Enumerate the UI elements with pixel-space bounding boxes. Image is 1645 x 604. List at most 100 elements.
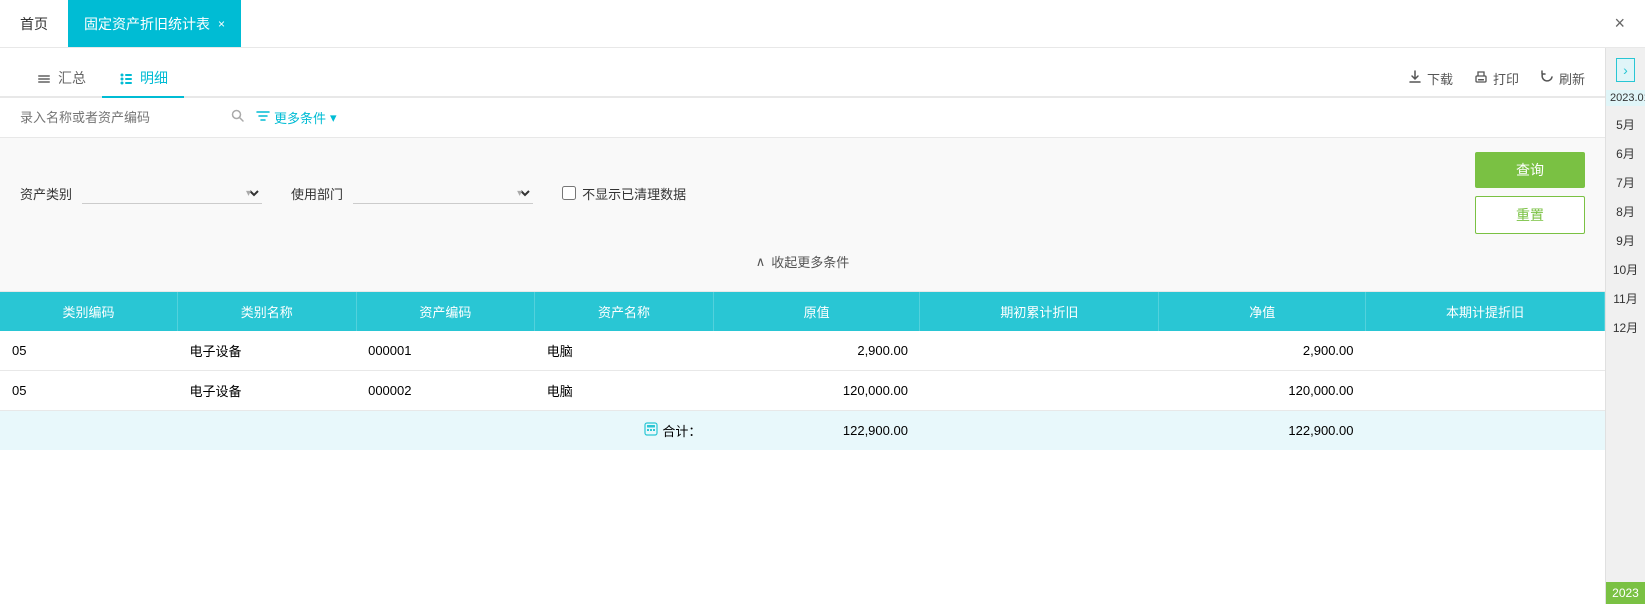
more-conditions-label: 更多条件 [274,108,326,127]
tab-row: 汇总 明细 [0,48,1605,98]
month-7[interactable]: 7月 [1606,168,1645,197]
refresh-icon [1539,69,1555,88]
asset-category-group: 资产类别 ▾ [20,182,251,204]
tab-summary-label: 汇总 [58,68,86,88]
top-nav: 首页 固定资产折旧统计表 × × [0,0,1645,48]
footer-original-value: 122,900.00 [713,411,920,451]
asset-category-select[interactable] [82,182,262,204]
main-content: 汇总 明细 [0,48,1645,604]
cell-category-name-1: 电子设备 [177,331,356,371]
search-icon[interactable] [230,108,246,127]
filter-panel: 资产类别 ▾ 使用部门 ▾ [0,138,1605,292]
data-table: 类别编码 类别名称 资产编码 资产名称 原值 期初累计折旧 净值 本期计提折旧 … [0,292,1605,450]
year-badge[interactable]: 2023 [1606,582,1645,604]
cell-original-value-1: 2,900.00 [713,331,920,371]
col-asset-name: 资产名称 [535,292,714,331]
col-category-name: 类别名称 [177,292,356,331]
table-container: 类别编码 类别名称 资产编码 资产名称 原值 期初累计折旧 净值 本期计提折旧 … [0,292,1605,450]
filter-buttons: 查询 重置 [1475,152,1585,234]
date-nav-btn[interactable]: › [1616,58,1635,82]
col-asset-code: 资产编码 [356,292,535,331]
usage-dept-arrow-icon: ▾ [517,188,522,199]
month-5[interactable]: 5月 [1606,110,1645,139]
active-tab-label: 固定资产折旧统计表 [84,14,210,34]
col-original-value: 原值 [713,292,920,331]
footer-current-dep [1366,411,1605,451]
query-btn[interactable]: 查询 [1475,152,1585,188]
month-10[interactable]: 10月 [1606,255,1645,284]
month-12[interactable]: 12月 [1606,313,1645,342]
month-6[interactable]: 6月 [1606,139,1645,168]
date-display: 2023.01 [1606,90,1645,106]
cell-accumulated-dep-2 [920,371,1159,411]
more-conditions-btn[interactable]: 更多条件 ▾ [256,108,337,127]
nav-home[interactable]: 首页 [0,0,68,47]
cell-category-code-1: 05 [0,331,177,371]
filter-icon [256,109,270,126]
hide-cleaned-label: 不显示已清理数据 [582,184,686,203]
col-category-code: 类别编码 [0,292,177,331]
active-tab[interactable]: 固定资产折旧统计表 × [68,0,241,47]
cell-asset-code-2: 000002 [356,371,535,411]
list-icon [118,70,134,86]
close-tab-icon[interactable]: × [218,17,225,31]
asset-category-arrow-icon: ▾ [246,188,251,199]
hide-cleaned-checkbox[interactable] [562,186,576,200]
cell-net-value-1: 2,900.00 [1159,331,1366,371]
cell-original-value-2: 120,000.00 [713,371,920,411]
footer-label-cell: 合计： [0,411,713,451]
month-11[interactable]: 11月 [1606,284,1645,313]
col-net-value: 净值 [1159,292,1366,331]
window-close-icon[interactable]: × [1594,13,1645,34]
tab-summary[interactable]: 汇总 [20,60,102,98]
print-icon [1473,69,1489,88]
table-footer: 合计： 122,900.00 122,900.00 [0,411,1605,451]
tab-detail[interactable]: 明细 [102,60,184,98]
download-btn[interactable]: 下载 [1407,69,1453,88]
hide-cleaned-group: 不显示已清理数据 [562,184,686,203]
chevron-up-icon: ∧ [756,254,766,270]
cell-asset-name-2: 电脑 [535,371,714,411]
search-bar: 更多条件 ▾ [0,98,1605,138]
cell-net-value-2: 120,000.00 [1159,371,1366,411]
table-row: 05 电子设备 000001 电脑 2,900.00 2,900.00 [0,331,1605,371]
cell-asset-code-1: 000001 [356,331,535,371]
cell-current-dep-2 [1366,371,1605,411]
chevron-down-icon: ▾ [330,110,337,126]
download-icon [1407,69,1423,88]
cell-accumulated-dep-1 [920,331,1159,371]
usage-dept-select[interactable] [353,182,533,204]
col-current-depreciation: 本期计提折旧 [1366,292,1605,331]
table-header: 类别编码 类别名称 资产编码 资产名称 原值 期初累计折旧 净值 本期计提折旧 [0,292,1605,331]
collapse-label: 收起更多条件 [771,252,849,271]
month-9[interactable]: 9月 [1606,226,1645,255]
layers-icon [36,70,52,86]
table-header-row: 类别编码 类别名称 资产编码 资产名称 原值 期初累计折旧 净值 本期计提折旧 [0,292,1605,331]
cell-asset-name-1: 电脑 [535,331,714,371]
footer-label: 合计： [662,421,701,440]
collapse-btn[interactable]: ∧ 收起更多条件 [756,246,850,277]
filter-row: 资产类别 ▾ 使用部门 ▾ [20,152,1585,234]
print-label: 打印 [1493,69,1519,88]
table-footer-row: 合计： 122,900.00 122,900.00 [0,411,1605,451]
table-row: 05 电子设备 000002 电脑 120,000.00 120,000.00 [0,371,1605,411]
reset-btn[interactable]: 重置 [1475,196,1585,234]
tab-detail-label: 明细 [140,68,168,88]
usage-dept-label: 使用部门 [291,184,343,203]
search-input[interactable] [20,110,220,125]
refresh-btn[interactable]: 刷新 [1539,69,1585,88]
month-8[interactable]: 8月 [1606,197,1645,226]
download-label: 下载 [1427,69,1453,88]
asset-category-label: 资产类别 [20,184,72,203]
left-panel: 汇总 明细 [0,48,1605,604]
col-accumulated-depreciation: 期初累计折旧 [920,292,1159,331]
usage-dept-group: 使用部门 ▾ [291,182,522,204]
right-sidebar: › 2023.01 5月 6月 7月 8月 9月 10月 11月 12月 202… [1605,48,1645,604]
cell-current-dep-1 [1366,331,1605,371]
refresh-label: 刷新 [1559,69,1585,88]
print-btn[interactable]: 打印 [1473,69,1519,88]
cell-category-code-2: 05 [0,371,177,411]
cell-category-name-2: 电子设备 [177,371,356,411]
chevron-right-icon: › [1623,62,1628,78]
calculator-icon [644,422,658,439]
